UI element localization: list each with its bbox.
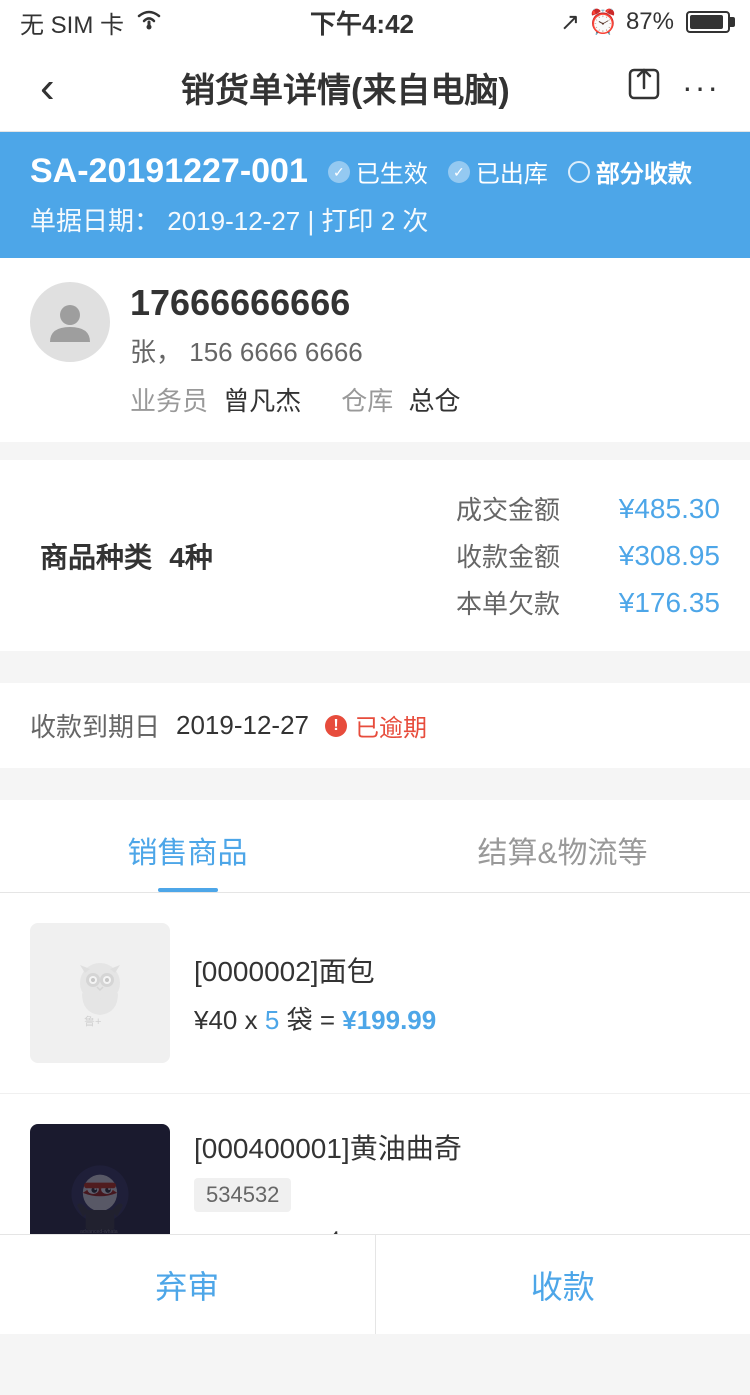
overdue-text: 已逾期 <box>355 708 427 743</box>
reject-button[interactable]: 弃审 <box>0 1235 376 1334</box>
divider-3 <box>0 784 750 800</box>
amount-label: 成交金额 <box>456 490 560 527</box>
page-title: 销货单详情(来自电脑) <box>181 63 510 112</box>
product-details-1: [0000002]面包 ¥40 x 5 袋 = ¥199.99 <box>194 950 720 1037</box>
collect-payment-button[interactable]: 收款 <box>376 1235 750 1334</box>
wifi-icon <box>134 8 164 37</box>
print-count: 2 <box>381 206 395 236</box>
customer-contact: 张， 156 6666 6666 <box>130 332 720 369</box>
product-image-icon: advanced-whata <box>60 1154 140 1234</box>
check-icon-1: ✓ <box>328 161 350 183</box>
product-image-1: 鲁+ <box>30 923 170 1063</box>
product-name-2: [000400001]黄油曲奇 <box>194 1127 720 1167</box>
order-date: 2019-12-27 <box>167 206 300 236</box>
customer-meta: 业务员 曾凡杰 仓库 总仓 <box>130 381 720 418</box>
divider-1 <box>0 444 750 460</box>
debt-row: 本单欠款 ¥176.35 <box>456 584 720 621</box>
avatar-icon <box>45 297 95 347</box>
bottom-bar: 弃审 收款 <box>0 1234 750 1334</box>
print-suffix: 次 <box>402 206 428 236</box>
battery-percent: 87% <box>626 8 674 36</box>
due-section: 收款到期日 2019-12-27 ! 已逾期 <box>0 683 750 768</box>
clock-icon <box>568 161 590 183</box>
price-per-unit-1: ¥40 <box>194 1005 237 1035</box>
battery-icon <box>686 11 730 33</box>
sales-info: 业务员 曾凡杰 <box>130 381 301 418</box>
svg-text:鲁+: 鲁+ <box>84 1014 101 1028</box>
received-row: 收款金额 ¥308.95 <box>456 537 720 574</box>
sales-name: 曾凡杰 <box>223 386 301 416</box>
qty-1: 5 <box>265 1005 287 1035</box>
product-price-1: ¥40 x 5 袋 = ¥199.99 <box>194 1000 720 1037</box>
due-date: 2019-12-27 <box>176 710 309 741</box>
date-label: 单据日期： <box>30 206 160 236</box>
tab-products[interactable]: 销售商品 <box>0 800 375 892</box>
product-placeholder-icon: 鲁+ <box>60 953 140 1033</box>
eq-1: = <box>320 1005 342 1035</box>
overdue-icon: ! <box>325 715 347 737</box>
stats-section: 商品种类 4种 成交金额 ¥485.30 收款金额 ¥308.95 本单欠款 ¥… <box>0 460 750 651</box>
share-button[interactable] <box>626 66 662 109</box>
price-x-1: x <box>245 1005 265 1035</box>
status-time: 下午4:42 <box>310 4 414 41</box>
check-icon-2: ✓ <box>448 161 470 183</box>
debt-label: 本单欠款 <box>456 584 560 621</box>
sim-label: 无 SIM 卡 <box>20 5 124 40</box>
type-label: 商品种类 <box>40 542 152 573</box>
product-sku-2: 534532 <box>194 1178 291 1212</box>
debt-value: ¥176.35 <box>580 587 720 619</box>
status-right: ↗ ⏰ 87% <box>560 8 730 37</box>
amount-value: ¥485.30 <box>580 493 720 525</box>
location-icon: ↗ <box>560 8 580 37</box>
order-id-row: SA-20191227-001 ✓ 已生效 ✓ 已出库 部分收款 <box>30 152 720 191</box>
sales-label: 业务员 <box>130 386 208 416</box>
status-bar: 无 SIM 卡 下午4:42 ↗ ⏰ 87% <box>0 0 750 44</box>
order-header: SA-20191227-001 ✓ 已生效 ✓ 已出库 部分收款 单据日期： 2… <box>0 132 750 258</box>
tabs-section: 销售商品 结算&物流等 <box>0 800 750 893</box>
status-badge-partial: 部分收款 <box>568 154 692 189</box>
back-button[interactable]: ‹ <box>30 53 65 123</box>
received-label: 收款金额 <box>456 537 560 574</box>
more-button[interactable]: ··· <box>682 69 720 106</box>
warehouse-name: 总仓 <box>409 386 461 416</box>
unit-1: 袋 <box>287 1005 313 1035</box>
customer-info: 17666666666 张， 156 6666 6666 业务员 曾凡杰 仓库 … <box>130 282 720 418</box>
status-badge-effective: ✓ 已生效 <box>328 154 428 189</box>
print-label: | 打印 <box>307 206 380 236</box>
financial-stats: 成交金额 ¥485.30 收款金额 ¥308.95 本单欠款 ¥176.35 <box>456 490 720 621</box>
order-date-row: 单据日期： 2019-12-27 | 打印 2 次 <box>30 201 720 238</box>
received-value: ¥308.95 <box>580 540 720 572</box>
divider-2 <box>0 667 750 683</box>
total-1: ¥199.99 <box>342 1005 436 1035</box>
tab-settlement[interactable]: 结算&物流等 <box>375 800 750 892</box>
status-left: 无 SIM 卡 <box>20 5 164 40</box>
order-id: SA-20191227-001 <box>30 152 308 191</box>
nav-actions: ··· <box>626 66 720 109</box>
customer-id: 17666666666 <box>130 282 720 324</box>
customer-name: 张， <box>130 337 182 367</box>
due-label: 收款到期日 <box>30 707 160 744</box>
product-name-1: [0000002]面包 <box>194 950 720 990</box>
type-count: 4种 <box>169 542 213 573</box>
warehouse-label: 仓库 <box>341 386 393 416</box>
overdue-badge: ! 已逾期 <box>325 708 427 743</box>
nav-bar: ‹ 销货单详情(来自电脑) ··· <box>0 44 750 132</box>
status-badge-shipped: ✓ 已出库 <box>448 154 548 189</box>
warehouse-info: 仓库 总仓 <box>341 381 460 418</box>
customer-avatar <box>30 282 110 362</box>
alarm-icon: ⏰ <box>588 8 618 37</box>
amount-row: 成交金额 ¥485.30 <box>456 490 720 527</box>
customer-phone: 156 6666 6666 <box>189 337 363 367</box>
customer-section: 17666666666 张， 156 6666 6666 业务员 曾凡杰 仓库 … <box>0 258 750 442</box>
product-item: 鲁+ [0000002]面包 ¥40 x 5 袋 = ¥199.99 <box>0 893 750 1094</box>
product-count: 商品种类 4种 <box>30 536 213 576</box>
